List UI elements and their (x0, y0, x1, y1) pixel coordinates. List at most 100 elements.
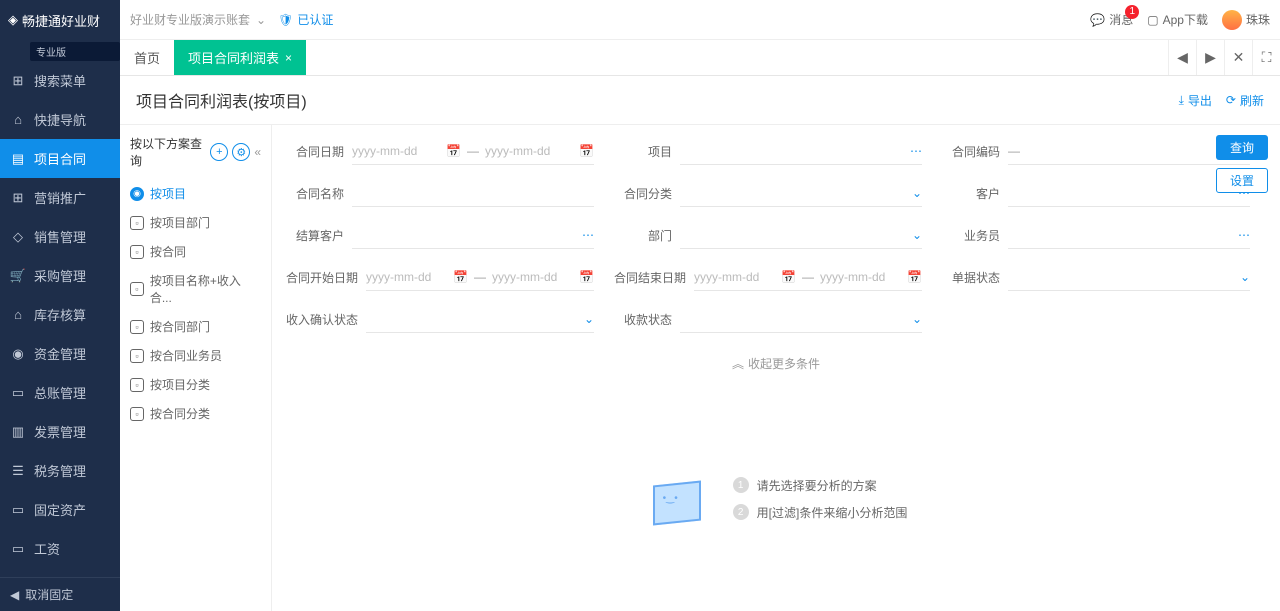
contract-cat-select[interactable]: ⌄ (680, 179, 922, 207)
settings-button[interactable]: 设置 (1216, 168, 1268, 193)
contract-no-input[interactable]: — (1008, 137, 1250, 165)
sidebar-item[interactable]: ☰税务管理 (0, 451, 120, 490)
customer-select[interactable]: ⋯ (1008, 179, 1250, 207)
start-date-range[interactable]: yyyy-mm-dd📅 — yyyy-mm-dd📅 (366, 263, 594, 291)
contract-name-input[interactable] (352, 179, 594, 207)
collapse-panel-button[interactable]: « (254, 145, 261, 159)
tabs-prev-button[interactable]: ◀ (1168, 40, 1196, 75)
chevron-down-icon: ⌄ (912, 228, 922, 242)
scheme-settings-button[interactable]: ⚙ (232, 143, 250, 161)
scheme-item[interactable]: ▫按合同业务员 (120, 341, 271, 370)
calendar-icon: 📅 (579, 144, 594, 158)
export-button[interactable]: ⤓ 导出 (1179, 92, 1212, 109)
user-menu[interactable]: 珠珠 (1222, 10, 1270, 30)
tab-active[interactable]: 项目合同利润表 × (174, 40, 306, 75)
sidebar-item-label: 快捷导航 (34, 110, 86, 129)
message-badge: 1 (1125, 5, 1139, 19)
contract-date-range[interactable]: yyyy-mm-dd📅 — yyyy-mm-dd📅 (352, 137, 594, 165)
fullscreen-button[interactable]: ⛶ (1252, 40, 1280, 75)
more-icon: ⋯ (582, 228, 594, 242)
scheme-item[interactable]: ▫按合同部门 (120, 312, 271, 341)
end-date-range[interactable]: yyyy-mm-dd📅 — yyyy-mm-dd📅 (694, 263, 922, 291)
sidebar-item-label: 工资 (34, 539, 60, 558)
sidebar-item[interactable]: ⌂库存核算 (0, 295, 120, 334)
scheme-icon: ▫ (130, 407, 144, 421)
sidebar-item-label: 发票管理 (34, 422, 86, 441)
sidebar-item[interactable]: ⊞ 搜索菜单 (0, 61, 120, 100)
sidebar-item[interactable]: ▭固定资产 (0, 490, 120, 529)
label-project: 项目 (612, 143, 672, 160)
calendar-icon: 📅 (453, 270, 468, 284)
sidebar-item[interactable]: ▥ 发票管理 (0, 412, 120, 451)
more-icon: ⋯ (1238, 228, 1250, 242)
label-contract-cat: 合同分类 (612, 185, 672, 202)
scheme-icon: ▫ (130, 216, 144, 230)
receipt-status-select[interactable]: ⌄ (680, 305, 922, 333)
settle-customer-select[interactable]: ⋯ (352, 221, 594, 249)
sidebar-item[interactable]: 🛒采购管理 (0, 256, 120, 295)
menu-icon: ▥ (10, 424, 26, 440)
scheme-icon: ◉ (130, 187, 144, 201)
sidebar-item[interactable]: ◇销售管理 (0, 217, 120, 256)
sidebar-item[interactable]: ⌂ 快捷导航 (0, 100, 120, 139)
sidebar-item[interactable]: ▤项目合同 (0, 139, 120, 178)
sidebar-item[interactable]: ▤经营管理 (0, 568, 120, 577)
label-doc-status: 单据状态 (940, 269, 1000, 286)
refresh-button[interactable]: ⟳ 刷新 (1226, 92, 1264, 109)
query-button[interactable]: 查询 (1216, 135, 1268, 160)
verified-badge: 🛡 已认证 (278, 11, 333, 28)
page-title: 项目合同利润表(按项目) (136, 88, 307, 112)
sidebar-item[interactable]: ⊞ 营销推广 (0, 178, 120, 217)
scheme-item-label: 按项目 (150, 185, 186, 202)
logo-icon: ◈ (8, 12, 18, 28)
main-menu: ⊞ 搜索菜单 ⌂ 快捷导航 ▤项目合同 ⊞ 营销推广 ◇销售管理🛒采购管理⌂库存核算◉资金管理… (0, 61, 120, 577)
caret-left-icon: ◀ (10, 588, 19, 602)
sidebar-item[interactable]: ▭工资 (0, 529, 120, 568)
sidebar-item[interactable]: ◉资金管理 (0, 334, 120, 373)
scheme-icon: ▫ (130, 245, 144, 259)
label-contract-name: 合同名称 (284, 185, 344, 202)
label-contract-date: 合同日期 (284, 143, 344, 160)
page-header: 项目合同利润表(按项目) ⤓ 导出 ⟳ 刷新 (120, 76, 1280, 125)
add-scheme-button[interactable]: + (210, 143, 228, 161)
scheme-item[interactable]: ▫按合同分类 (120, 399, 271, 428)
chat-icon: 💬 (1090, 13, 1105, 27)
messages-button[interactable]: 💬 消息 1 (1090, 11, 1133, 28)
scheme-item[interactable]: ◉ 按项目 (120, 179, 271, 208)
scheme-item[interactable]: ▫按项目分类 (120, 370, 271, 399)
unpin-button[interactable]: ◀ 取消固定 (0, 577, 120, 611)
topbar: 好业财专业版演示账套 ⌄ 🛡 已认证 💬 消息 1 ▢ App下载 (120, 0, 1280, 40)
sales-select[interactable]: ⋯ (1008, 221, 1250, 249)
tab-home[interactable]: 首页 (120, 40, 174, 75)
doc-status-select[interactable]: ⌄ (1008, 263, 1250, 291)
menu-icon: ⌂ (10, 112, 26, 128)
menu-icon: ⊞ (10, 73, 26, 89)
scheme-item[interactable]: ▫按项目名称+收入合... (120, 266, 271, 312)
refresh-icon: ⟳ (1226, 93, 1236, 107)
calendar-icon: 📅 (446, 144, 461, 158)
double-chevron-up-icon: ︽ (732, 355, 744, 372)
scheme-item[interactable]: ▫按项目部门 (120, 208, 271, 237)
close-icon[interactable]: × (285, 51, 292, 65)
tenant-selector[interactable]: 好业财专业版演示账套 ⌄ (130, 11, 266, 28)
sidebar-item-label: 税务管理 (34, 461, 86, 480)
tabs-next-button[interactable]: ▶ (1196, 40, 1224, 75)
sidebar-item[interactable]: ▭总账管理 (0, 373, 120, 412)
menu-icon: ⌂ (10, 307, 26, 323)
scheme-icon: ▫ (130, 282, 144, 296)
sidebar-item-label: 搜索菜单 (34, 71, 86, 90)
sidebar-item-label: 营销推广 (34, 188, 86, 207)
empty-illustration: •‿• (645, 467, 709, 531)
app-download-button[interactable]: ▢ App下载 (1147, 11, 1208, 28)
content: 按以下方案查询 + ⚙ « ◉按项目▫按项目部门▫按合同▫按项目名称+收入合..… (120, 125, 1280, 611)
dept-select[interactable]: ⌄ (680, 221, 922, 249)
income-status-select[interactable]: ⌄ (366, 305, 594, 333)
scheme-item-label: 按项目分类 (150, 376, 210, 393)
project-select[interactable]: ⋯ (680, 137, 922, 165)
filter-form: 查询 设置 合同日期 yyyy-mm-dd📅 — yyyy-mm-dd📅 (272, 125, 1280, 611)
collapse-conditions-button[interactable]: ︽ 收起更多条件 (272, 347, 1280, 386)
scheme-item[interactable]: ▫按合同 (120, 237, 271, 266)
scheme-item-label: 按合同业务员 (150, 347, 222, 364)
tabs-close-button[interactable]: ✕ (1224, 40, 1252, 75)
menu-icon: ⊞ (10, 190, 26, 206)
